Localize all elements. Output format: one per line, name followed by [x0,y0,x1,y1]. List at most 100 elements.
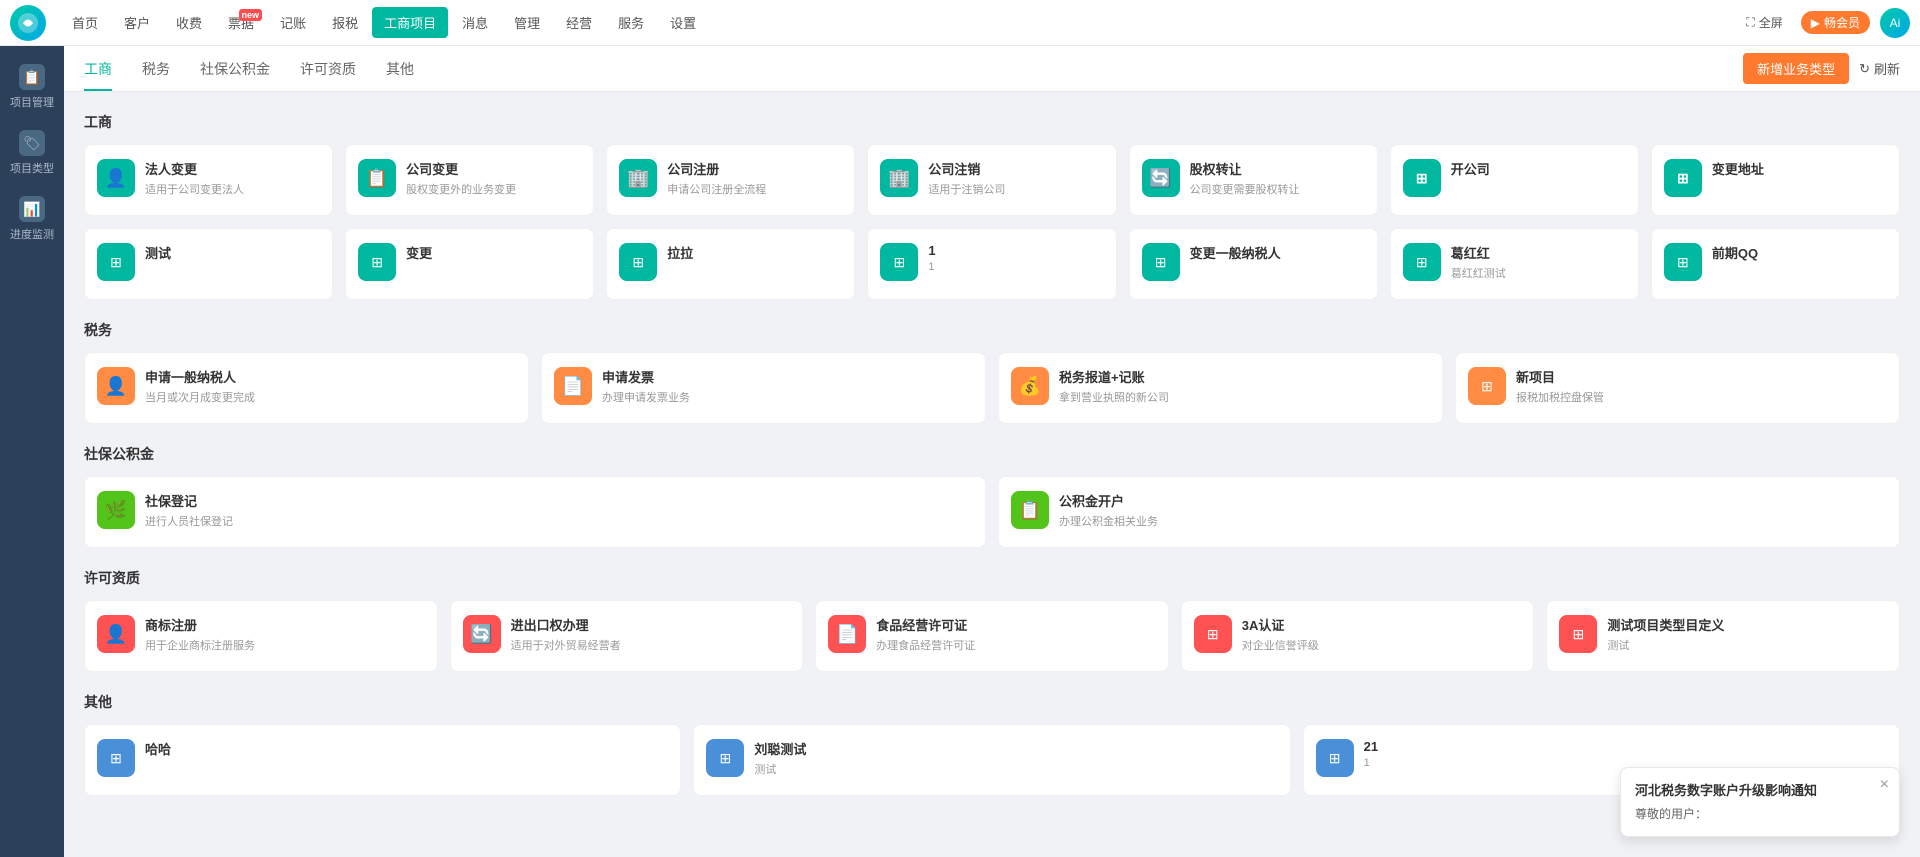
card-test-type[interactable]: ⊞ 测试项目类型目定义 测试 [1546,600,1900,672]
section-title-shebao: 社保公积金 [84,444,1900,464]
card-sub-new-project: 报税加税控盘保管 [1516,389,1887,405]
card-sub-food: 办理食品经营许可证 [876,637,1156,653]
card-title-trademark: 商标注册 [145,615,425,634]
notification-text: 尊敬的用户： [1635,805,1885,824]
sidebar-label-project-manage: 项目管理 [10,94,54,110]
shebao-grid: 🌿 社保登记 进行人员社保登记 📋 公积金开户 办理公积金相关业务 [84,476,1900,548]
video-icon: ▶ [1811,16,1820,30]
card-icon-lala: ⊞ [619,243,657,281]
card-ceshi[interactable]: ⊞ 测试 [84,228,333,300]
add-type-button[interactable]: 新增业务类型 [1743,53,1849,84]
card-icon-gehong: ⊞ [1403,243,1441,281]
card-faren-biangeng[interactable]: 👤 法人变更 适用于公司变更法人 [84,144,333,216]
card-icon-tax-report: 💰 [1011,367,1049,405]
card-kai-gongsi[interactable]: ⊞ 开公司 [1390,144,1639,216]
tab-shebao[interactable]: 社保公积金 [200,47,270,91]
sidebar-item-project-type[interactable]: 🏷 项目类型 [4,122,60,184]
sidebar-label-progress: 进度监测 [10,226,54,242]
card-title-liucong: 刘聪测试 [754,739,1277,758]
card-liucong-test[interactable]: ⊞ 刘聪测试 测试 [693,724,1290,796]
sidebar: 📋 项目管理 🏷 项目类型 📊 进度监测 [0,46,64,857]
card-gongsi-biangeng[interactable]: 📋 公司变更 股权变更外的业务变更 [345,144,594,216]
card-icon-apply-fapiao: 📄 [554,367,592,405]
tab-gongshang[interactable]: 工商 [84,47,112,91]
nav-item-home[interactable]: 首页 [60,7,110,38]
shuiwu-grid: 👤 申请一般纳税人 当月或次月成变更完成 📄 申请发票 办理申请发票业务 💰 [84,352,1900,424]
sub-nav: 工商 税务 社保公积金 许可资质 其他 新增业务类型 ↻ 刷新 [64,46,1920,92]
tab-qita[interactable]: 其他 [386,47,414,91]
card-icon-test-type: ⊞ [1559,615,1597,653]
card-gongsi-zhuxiao[interactable]: 🏢 公司注销 适用于注销公司 [867,144,1116,216]
card-title-zhuxiao: 公司注销 [928,159,1103,178]
sidebar-item-progress[interactable]: 📊 进度监测 [4,188,60,250]
scroll-content: 工商 👤 法人变更 适用于公司变更法人 📋 公司变更 股权变更外的业务变更 [64,92,1920,857]
refresh-button[interactable]: ↻ 刷新 [1859,59,1900,78]
card-apply-fapiao[interactable]: 📄 申请发票 办理申请发票业务 [541,352,986,424]
card-icon-21: ⊞ [1316,739,1354,777]
nav-item-gongshang[interactable]: 工商项目 [372,7,448,38]
card-gongsi-zhuce[interactable]: 🏢 公司注册 申请公司注册全流程 [606,144,855,216]
card-qianqi-qq[interactable]: ⊞ 前期QQ [1651,228,1900,300]
card-sub-zhuce: 申请公司注册全流程 [667,181,842,197]
card-food-license[interactable]: 📄 食品经营许可证 办理食品经营许可证 [815,600,1169,672]
nav-item-settings[interactable]: 设置 [658,7,708,38]
card-title-apply-nashui: 申请一般纳税人 [145,367,516,386]
card-icon-qq: ⊞ [1664,243,1702,281]
tab-shuiwu[interactable]: 税务 [142,47,170,91]
card-icon-gjj: 📋 [1011,491,1049,529]
card-trademark[interactable]: 👤 商标注册 用于企业商标注册服务 [84,600,438,672]
vip-btn[interactable]: ▶ 畅会员 [1801,11,1870,34]
card-title-faren: 法人变更 [145,159,320,178]
nav-item-tax[interactable]: 报税 [320,7,370,38]
card-new-project[interactable]: ⊞ 新项目 报税加税控盘保管 [1455,352,1900,424]
nav-item-customer[interactable]: 客户 [112,7,162,38]
nav-item-bookkeeping[interactable]: 记账 [268,7,318,38]
card-icon-new-project: ⊞ [1468,367,1506,405]
card-title-gongsibiangeng: 公司变更 [406,159,581,178]
avatar[interactable]: Ai [1880,8,1910,38]
card-icon-nashui: ⊞ [1142,243,1180,281]
nav-item-fee[interactable]: 收费 [164,7,214,38]
nav-item-ticket[interactable]: 票据 new [216,7,266,38]
nav-item-manage[interactable]: 管理 [502,7,552,38]
project-manage-icon: 📋 [19,64,45,90]
sidebar-item-project-manage[interactable]: 📋 项目管理 [4,56,60,118]
card-tax-report[interactable]: 💰 税务报道+记账 拿到营业执照的新公司 [998,352,1443,424]
card-one[interactable]: ⊞ 1 1 [867,228,1116,300]
card-sub-test-type: 测试 [1607,637,1887,653]
card-title-kai: 开公司 [1451,159,1626,178]
card-apply-nashui[interactable]: 👤 申请一般纳税人 当月或次月成变更完成 [84,352,529,424]
card-icon-biangeng2: ⊞ [358,243,396,281]
card-3a-cert[interactable]: ⊞ 3A认证 对企业信誉评级 [1181,600,1535,672]
card-guquan-zhuanrang[interactable]: 🔄 股权转让 公司变更需要股权转让 [1129,144,1378,216]
card-biangeng-nashui[interactable]: ⊞ 变更一般纳税人 [1129,228,1378,300]
card-icon-guquan: 🔄 [1142,159,1180,197]
card-title-lala: 拉拉 [667,243,842,262]
card-biangeng-dizhi[interactable]: ⊞ 变更地址 [1651,144,1900,216]
tab-xuke[interactable]: 许可资质 [300,47,356,91]
notification-close-button[interactable]: × [1880,776,1889,794]
card-import-export[interactable]: 🔄 进出口权办理 适用于对外贸易经营者 [450,600,804,672]
nav-right: ⛶ 全屏 ▶ 畅会员 Ai [1738,8,1910,38]
card-title-ceshi: 测试 [145,243,320,262]
nav-item-service[interactable]: 服务 [606,7,656,38]
card-shebao-dengji[interactable]: 🌿 社保登记 进行人员社保登记 [84,476,986,548]
card-icon-liucong: ⊞ [706,739,744,777]
card-gehonghong[interactable]: ⊞ 葛红红 葛红红测试 [1390,228,1639,300]
card-lala[interactable]: ⊞ 拉拉 [606,228,855,300]
card-gjj-kaiku[interactable]: 📋 公积金开户 办理公积金相关业务 [998,476,1900,548]
card-icon-shebao: 🌿 [97,491,135,529]
nav-item-operate[interactable]: 经营 [554,7,604,38]
card-icon-apply-nashui: 👤 [97,367,135,405]
section-title-shuiwu: 税务 [84,320,1900,340]
card-sub-tax-report: 拿到营业执照的新公司 [1059,389,1430,405]
card-icon-import-export: 🔄 [463,615,501,653]
card-biangeng2[interactable]: ⊞ 变更 [345,228,594,300]
card-title-gehong: 葛红红 [1451,243,1626,262]
card-title-guquan: 股权转让 [1190,159,1365,178]
card-sub-apply-fapiao: 办理申请发票业务 [602,389,973,405]
card-title-one: 1 [928,243,1103,258]
card-haha[interactable]: ⊞ 哈哈 [84,724,681,796]
fullscreen-btn[interactable]: ⛶ 全屏 [1738,10,1790,35]
nav-item-message[interactable]: 消息 [450,7,500,38]
